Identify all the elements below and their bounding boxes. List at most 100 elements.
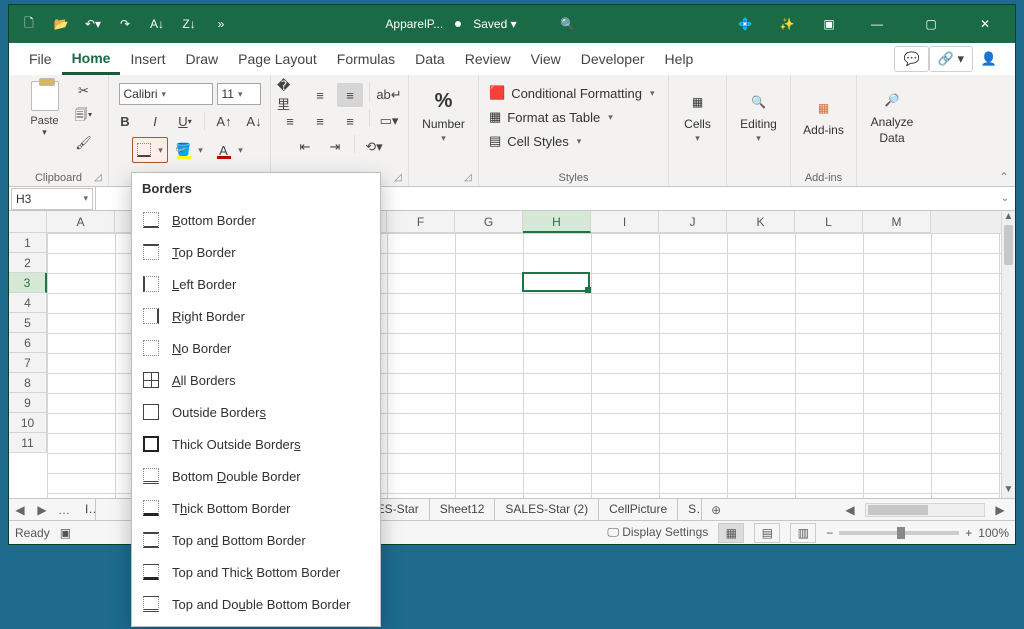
number-format-button[interactable]: % Number ▾: [420, 79, 467, 151]
qat-sort-desc-icon[interactable]: Z↓: [173, 8, 205, 40]
tab-draw[interactable]: Draw: [175, 45, 228, 73]
sheet-tab[interactable]: S…: [678, 499, 702, 521]
page-layout-view-icon[interactable]: ▤: [754, 523, 780, 543]
sheet-tab[interactable]: I…: [75, 499, 96, 521]
row-header[interactable]: 7: [9, 353, 47, 373]
borders-icon[interactable]: [133, 138, 155, 162]
row-header[interactable]: 8: [9, 373, 47, 393]
row-header[interactable]: 11: [9, 433, 47, 453]
cut-icon[interactable]: ✂: [71, 79, 97, 103]
account-icon[interactable]: 👤: [973, 43, 1005, 75]
borders-menu-item-left[interactable]: Left Border: [132, 268, 380, 300]
addins-button[interactable]: ▦ Add-ins: [801, 79, 846, 151]
sheet-tab[interactable]: SALES-Star (2): [495, 499, 599, 521]
align-left-icon[interactable]: ≡: [277, 109, 303, 133]
conditional-formatting-button[interactable]: 🟥Conditional Formatting▾: [485, 81, 659, 105]
tab-home[interactable]: Home: [62, 44, 121, 75]
row-headers[interactable]: 1234567891011: [9, 233, 47, 498]
align-top-icon[interactable]: �里: [277, 83, 303, 107]
align-bottom-icon[interactable]: ≡: [337, 83, 363, 107]
borders-menu-item-thickout[interactable]: Thick Outside Borders: [132, 428, 380, 460]
macro-record-icon[interactable]: ▣: [60, 526, 71, 540]
bold-button[interactable]: B: [112, 109, 138, 133]
font-name-combo[interactable]: Calibri▾: [119, 83, 213, 105]
merge-center-icon[interactable]: ▭▾: [376, 109, 402, 133]
vertical-scrollbar[interactable]: ▲ ▼: [1001, 211, 1015, 498]
column-header[interactable]: M: [863, 211, 931, 233]
clipboard-launcher[interactable]: ◿: [92, 171, 104, 183]
column-header[interactable]: F: [387, 211, 455, 233]
copy-icon[interactable]: 🗐▾: [71, 105, 97, 129]
increase-font-icon[interactable]: A↑: [211, 109, 237, 133]
row-header[interactable]: 6: [9, 333, 47, 353]
qat-new-file-icon[interactable]: 🗋: [13, 8, 45, 40]
tab-formulas[interactable]: Formulas: [327, 45, 405, 73]
qat-redo-icon[interactable]: ↷: [109, 8, 141, 40]
page-break-view-icon[interactable]: ▥: [790, 523, 816, 543]
tab-data[interactable]: Data: [405, 45, 455, 73]
row-header[interactable]: 9: [9, 393, 47, 413]
column-header[interactable]: L: [795, 211, 863, 233]
number-launcher[interactable]: ◿: [462, 171, 474, 183]
comments-button[interactable]: 💬: [894, 46, 928, 72]
underline-button[interactable]: U ▾: [172, 109, 198, 133]
paste-button[interactable]: Paste ▾: [21, 79, 69, 157]
collapse-ribbon-icon[interactable]: ⌃: [993, 168, 1015, 186]
borders-menu-item-topbot[interactable]: Top and Bottom Border: [132, 524, 380, 556]
row-header[interactable]: 10: [9, 413, 47, 433]
close-button[interactable]: ✕: [963, 5, 1007, 43]
fill-color-dropdown[interactable]: 🪣▾: [172, 137, 208, 163]
active-cell[interactable]: [522, 272, 590, 292]
tab-insert[interactable]: Insert: [120, 45, 175, 73]
analyze-data-button[interactable]: 🔎 Analyze Data: [869, 79, 916, 151]
alignment-launcher[interactable]: ◿: [392, 171, 404, 183]
tab-help[interactable]: Help: [655, 45, 704, 73]
borders-menu-item-thickbot[interactable]: Thick Bottom Border: [132, 492, 380, 524]
select-all-corner[interactable]: [9, 211, 47, 233]
sheet-tab[interactable]: CellPicture: [599, 499, 678, 521]
sheet-nav-more[interactable]: …: [53, 503, 75, 517]
row-header[interactable]: 2: [9, 253, 47, 273]
italic-button[interactable]: I: [142, 109, 168, 133]
borders-menu-item-topthickbot[interactable]: Top and Thick Bottom Border: [132, 556, 380, 588]
decrease-font-icon[interactable]: A↓: [241, 109, 267, 133]
increase-indent-icon[interactable]: ⇥: [322, 135, 348, 159]
borders-menu-item-bottom[interactable]: Bottom Border: [132, 204, 380, 236]
borders-menu-item-all[interactable]: All Borders: [132, 364, 380, 396]
row-header[interactable]: 3: [9, 273, 47, 293]
column-header[interactable]: A: [47, 211, 115, 233]
scroll-up-icon[interactable]: ▲: [1002, 211, 1015, 225]
normal-view-icon[interactable]: ▦: [718, 523, 744, 543]
ribbon-display-icon[interactable]: ▣: [813, 8, 845, 40]
borders-menu-item-top[interactable]: Top Border: [132, 236, 380, 268]
row-header[interactable]: 5: [9, 313, 47, 333]
name-box[interactable]: H3▾: [11, 188, 93, 210]
formula-expand-icon[interactable]: ⌄: [995, 193, 1015, 204]
horizontal-scrollbar[interactable]: [865, 503, 985, 517]
share-button[interactable]: 🔗 ▾: [929, 46, 973, 72]
font-size-combo[interactable]: 11▾: [217, 83, 261, 105]
format-as-table-button[interactable]: ▦Format as Table▾: [485, 105, 617, 129]
font-color-dropdown[interactable]: A▾: [212, 137, 248, 163]
mode-switch-icon[interactable]: ✨: [771, 8, 803, 40]
sheet-nav-next[interactable]: ▶: [31, 503, 53, 517]
font-color-icon[interactable]: A: [213, 138, 235, 162]
scroll-thumb[interactable]: [1004, 225, 1013, 265]
wrap-text-icon[interactable]: ab↵: [376, 83, 402, 107]
tab-review[interactable]: Review: [455, 45, 521, 73]
zoom-in-icon[interactable]: +: [965, 526, 972, 540]
borders-menu-item-right[interactable]: Right Border: [132, 300, 380, 332]
tab-developer[interactable]: Developer: [571, 45, 655, 73]
align-center-icon[interactable]: ≡: [307, 109, 333, 133]
orientation-icon[interactable]: ⟲▾: [361, 135, 387, 159]
qat-undo-icon[interactable]: ↶▾: [77, 8, 109, 40]
minimize-button[interactable]: —: [855, 5, 899, 43]
save-state[interactable]: Saved ▾: [473, 17, 516, 31]
column-header[interactable]: J: [659, 211, 727, 233]
borders-menu-item-dblbot[interactable]: Bottom Double Border: [132, 460, 380, 492]
decrease-indent-icon[interactable]: ⇤: [292, 135, 318, 159]
row-header[interactable]: 1: [9, 233, 47, 253]
new-sheet-button[interactable]: ⊕: [702, 503, 730, 517]
fill-color-icon[interactable]: 🪣: [173, 138, 195, 162]
align-right-icon[interactable]: ≡: [337, 109, 363, 133]
